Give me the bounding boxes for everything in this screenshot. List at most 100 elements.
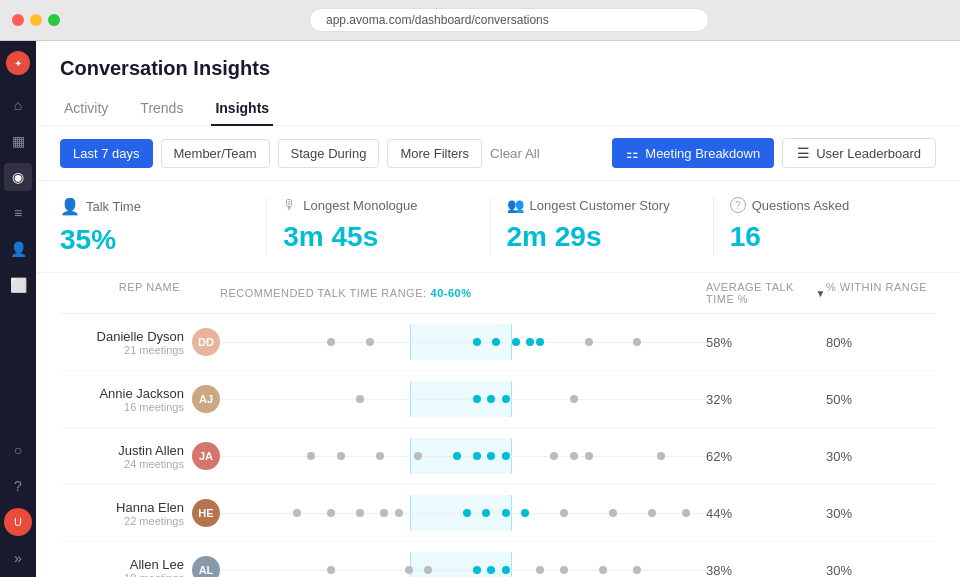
sidebar-item-person[interactable]: 👤 — [4, 235, 32, 263]
dot-gray — [570, 452, 578, 460]
sidebar-item-home[interactable]: ⌂ — [4, 91, 32, 119]
rep-meetings: 18 meetings — [124, 572, 184, 578]
dot-teal — [502, 566, 510, 574]
tab-insights[interactable]: Insights — [211, 92, 273, 126]
dot-gray — [599, 566, 607, 574]
stage-during-button[interactable]: Stage During — [278, 139, 380, 168]
table-row: Annie Jackson16 meetingsAJ32%50% — [60, 371, 936, 428]
dot-gray — [560, 566, 568, 574]
member-team-button[interactable]: Member/Team — [161, 139, 270, 168]
questions-icon: ? — [730, 197, 746, 213]
rep-info: Annie Jackson16 meetings — [99, 386, 184, 413]
maximize-dot[interactable] — [48, 14, 60, 26]
metrics-row: 👤 Talk Time 35% 🎙 Longest Monologue 3m 4… — [36, 181, 960, 273]
avatar: JA — [192, 442, 220, 470]
dot-gray — [536, 566, 544, 574]
dot-gray — [405, 566, 413, 574]
app-logo: ✦ — [6, 51, 30, 75]
sidebar-item-list[interactable]: ≡ — [4, 199, 32, 227]
col-range: RECOMMENDED TALK TIME RANGE: 40-60% — [220, 281, 706, 305]
dot-gray — [395, 509, 403, 517]
dot-gray — [550, 452, 558, 460]
dot-teal — [482, 509, 490, 517]
dot-gray — [366, 338, 374, 346]
dot-gray — [327, 566, 335, 574]
dot-gray — [633, 566, 641, 574]
sidebar: ✦ ⌂ ▦ ◉ ≡ 👤 ⬜ ○ ? U » — [0, 41, 36, 577]
dot-chart — [220, 381, 706, 417]
dot-teal — [473, 338, 481, 346]
sidebar-item-help[interactable]: ? — [4, 472, 32, 500]
rep-cell: Annie Jackson16 meetings AJ — [60, 385, 220, 413]
metric-talk-time: 👤 Talk Time 35% — [60, 197, 267, 256]
col-rep-name: REP NAME — [60, 281, 220, 305]
more-filters-button[interactable]: More Filters — [387, 139, 482, 168]
close-dot[interactable] — [12, 14, 24, 26]
avatar: AJ — [192, 385, 220, 413]
rep-name: Justin Allen — [118, 443, 184, 458]
dot-gray — [682, 509, 690, 517]
app-container: ✦ ⌂ ▦ ◉ ≡ 👤 ⬜ ○ ? U » Conversation Insig… — [0, 41, 960, 577]
table-row: Hanna Elen22 meetingsHE44%30% — [60, 485, 936, 542]
within-range-value: 50% — [826, 392, 936, 407]
dot-gray — [307, 452, 315, 460]
dot-gray — [356, 509, 364, 517]
table-row: Justin Allen24 meetingsJA62%30% — [60, 428, 936, 485]
customer-story-value: 2m 29s — [507, 221, 697, 253]
rep-info: Allen Lee18 meetings — [124, 557, 184, 578]
date-range-button[interactable]: Last 7 days — [60, 139, 153, 168]
within-range-value: 30% — [826, 563, 936, 578]
leaderboard-icon: ☰ — [797, 145, 810, 161]
page-header: Conversation Insights Activity Trends In… — [36, 41, 960, 126]
dot-gray — [356, 395, 364, 403]
rep-info: Danielle Dyson21 meetings — [97, 329, 184, 356]
within-range-value: 30% — [826, 449, 936, 464]
dot-gray — [376, 452, 384, 460]
minimize-dot[interactable] — [30, 14, 42, 26]
avg-talk-value: 38% — [706, 563, 826, 578]
dot-teal — [487, 452, 495, 460]
browser-dots — [12, 14, 60, 26]
dot-teal — [463, 509, 471, 517]
dot-gray — [337, 452, 345, 460]
col-avg-talk[interactable]: AVERAGE TALK TIME % ▼ — [706, 281, 826, 305]
data-table: REP NAME RECOMMENDED TALK TIME RANGE: 40… — [36, 273, 960, 577]
sidebar-item-calendar[interactable]: ▦ — [4, 127, 32, 155]
sidebar-item-avatar[interactable]: U — [4, 508, 32, 536]
tab-trends[interactable]: Trends — [136, 92, 187, 126]
dot-gray — [424, 566, 432, 574]
dot-gray — [570, 395, 578, 403]
rep-meetings: 16 meetings — [99, 401, 184, 413]
user-leaderboard-button[interactable]: ☰ User Leaderboard — [782, 138, 936, 168]
rep-name: Hanna Elen — [116, 500, 184, 515]
sidebar-item-expand[interactable]: » — [4, 544, 32, 572]
rep-cell: Danielle Dyson21 meetings DD — [60, 328, 220, 356]
col-within-range: % WITHIN RANGE — [826, 281, 936, 305]
breakdown-icon: ⚏ — [626, 145, 639, 161]
dot-gray — [414, 452, 422, 460]
dot-gray — [293, 509, 301, 517]
monologue-icon: 🎙 — [283, 197, 297, 213]
sidebar-item-chart[interactable]: ◉ — [4, 163, 32, 191]
chart-baseline — [220, 456, 706, 457]
avg-talk-value: 58% — [706, 335, 826, 350]
dot-teal — [536, 338, 544, 346]
clear-all-button[interactable]: Clear All — [490, 146, 540, 161]
dot-teal — [502, 509, 510, 517]
talk-time-value: 35% — [60, 224, 250, 256]
rep-info: Hanna Elen22 meetings — [116, 500, 184, 527]
tab-activity[interactable]: Activity — [60, 92, 112, 126]
sidebar-item-building[interactable]: ⬜ — [4, 271, 32, 299]
url-bar[interactable]: app.avoma.com/dashboard/conversations — [309, 8, 709, 32]
sidebar-item-user-circle[interactable]: ○ — [4, 436, 32, 464]
monologue-value: 3m 45s — [283, 221, 473, 253]
avatar: DD — [192, 328, 220, 356]
dot-gray — [657, 452, 665, 460]
page-title: Conversation Insights — [60, 57, 936, 80]
rep-info: Justin Allen24 meetings — [118, 443, 184, 470]
dot-teal — [453, 452, 461, 460]
dot-teal — [526, 338, 534, 346]
dot-teal — [502, 395, 510, 403]
dot-gray — [585, 338, 593, 346]
meeting-breakdown-button[interactable]: ⚏ Meeting Breakdown — [612, 138, 774, 168]
